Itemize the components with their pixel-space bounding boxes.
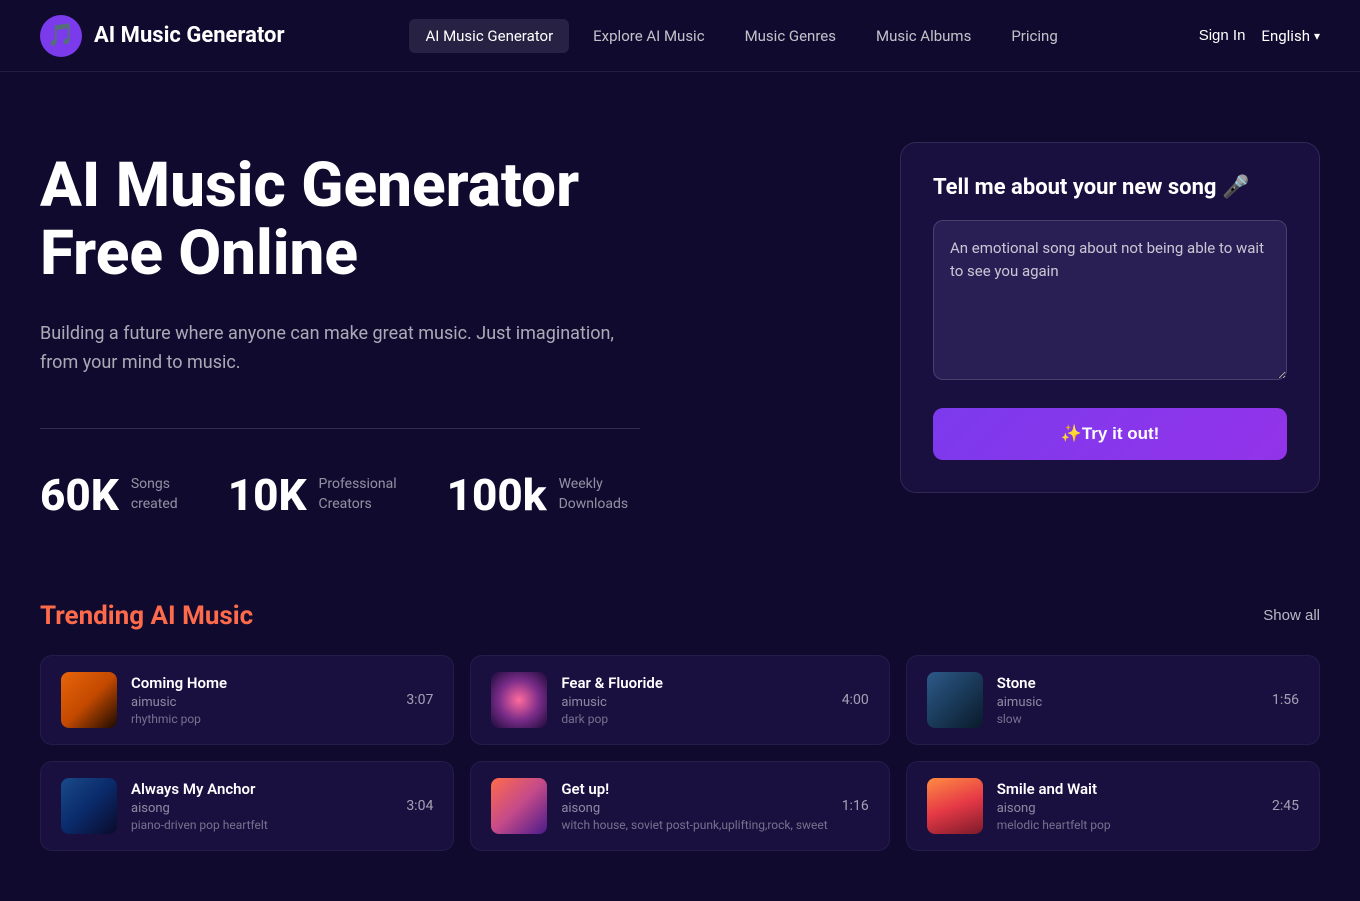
nav-link-music-albums[interactable]: Music Albums	[860, 19, 987, 53]
music-info: Always My Anchor aisong piano-driven pop…	[131, 780, 392, 832]
list-item[interactable]: Fear & Fluoride aimusic dark pop 4:00	[470, 655, 889, 745]
stat-creators: 10K ProfessionalCreators	[228, 469, 397, 521]
chevron-down-icon: ▾	[1314, 29, 1320, 43]
stats-row: 60K Songscreated 10K ProfessionalCreator…	[40, 469, 640, 521]
music-duration: 1:56	[1272, 692, 1299, 708]
music-creator: aimusic	[131, 695, 392, 710]
language-label: English	[1261, 27, 1310, 45]
music-name: Get up!	[561, 780, 827, 798]
music-duration: 1:16	[842, 798, 869, 814]
card-title: Tell me about your new song 🎤	[933, 175, 1287, 200]
stat-songs-created: 60K Songscreated	[40, 469, 178, 521]
music-info: Smile and Wait aisong melodic heartfelt …	[997, 780, 1258, 832]
hero-left: AI Music Generator Free Online Building …	[40, 142, 640, 521]
stat-downloads: 100k WeeklyDownloads	[447, 469, 628, 521]
nav-link-explore-ai-music[interactable]: Explore AI Music	[577, 19, 720, 53]
stat-number-songs: 60K	[40, 469, 119, 521]
nav-links: AI Music Generator Explore AI Music Musi…	[409, 19, 1073, 53]
list-item[interactable]: Coming Home aimusic rhythmic pop 3:07	[40, 655, 454, 745]
trending-title: Trending AI Music	[40, 601, 253, 631]
music-tags: rhythmic pop	[131, 712, 392, 726]
music-tags: witch house, soviet post-punk,uplifting,…	[561, 818, 827, 832]
sign-in-button[interactable]: Sign In	[1199, 27, 1246, 44]
music-duration: 3:04	[406, 798, 433, 814]
music-creator: aisong	[561, 801, 827, 816]
album-thumbnail	[61, 778, 117, 834]
music-duration: 4:00	[842, 692, 869, 708]
music-duration: 3:07	[406, 692, 433, 708]
list-item[interactable]: Smile and Wait aisong melodic heartfelt …	[906, 761, 1320, 851]
music-creator: aimusic	[997, 695, 1258, 710]
music-name: Fear & Fluoride	[561, 674, 827, 692]
album-thumbnail	[927, 672, 983, 728]
music-grid: Coming Home aimusic rhythmic pop 3:07 Fe…	[40, 655, 1320, 851]
trending-section: Trending AI Music Show all Coming Home a…	[0, 581, 1360, 901]
music-name: Stone	[997, 674, 1258, 692]
music-tags: dark pop	[561, 712, 827, 726]
album-thumbnail	[927, 778, 983, 834]
album-thumbnail	[491, 672, 547, 728]
stat-number-creators: 10K	[228, 469, 307, 521]
music-name: Always My Anchor	[131, 780, 392, 798]
stat-label-creators: ProfessionalCreators	[319, 475, 397, 514]
nav-link-pricing[interactable]: Pricing	[995, 19, 1073, 53]
album-thumbnail	[61, 672, 117, 728]
stat-label-songs: Songscreated	[131, 475, 178, 514]
stat-number-downloads: 100k	[447, 469, 547, 521]
nav-right: Sign In English ▾	[1199, 27, 1320, 45]
hero-divider	[40, 428, 640, 429]
music-creator: aimusic	[561, 695, 827, 710]
music-duration: 2:45	[1272, 798, 1299, 814]
logo-icon: 🎵	[40, 15, 82, 57]
site-title: AI Music Generator	[94, 23, 285, 48]
music-tags: melodic heartfelt pop	[997, 818, 1258, 832]
music-info: Coming Home aimusic rhythmic pop	[131, 674, 392, 726]
navbar: 🎵 AI Music Generator AI Music Generator …	[0, 0, 1360, 72]
list-item[interactable]: Stone aimusic slow 1:56	[906, 655, 1320, 745]
music-tags: slow	[997, 712, 1258, 726]
music-tags: piano-driven pop heartfelt	[131, 818, 392, 832]
music-info: Stone aimusic slow	[997, 674, 1258, 726]
trending-header: Trending AI Music Show all	[40, 601, 1320, 631]
album-thumbnail	[491, 778, 547, 834]
language-selector[interactable]: English ▾	[1261, 27, 1320, 45]
music-name: Coming Home	[131, 674, 392, 692]
nav-link-music-genres[interactable]: Music Genres	[729, 19, 852, 53]
hero-subtitle: Building a future where anyone can make …	[40, 320, 640, 378]
nav-brand: 🎵 AI Music Generator	[40, 15, 285, 57]
music-creator: aisong	[131, 801, 392, 816]
song-description-input[interactable]	[933, 220, 1287, 380]
try-it-out-button[interactable]: ✨Try it out!	[933, 408, 1287, 460]
hero-title: AI Music Generator Free Online	[40, 152, 640, 288]
music-name: Smile and Wait	[997, 780, 1258, 798]
music-info: Fear & Fluoride aimusic dark pop	[561, 674, 827, 726]
stat-label-downloads: WeeklyDownloads	[559, 475, 629, 514]
hero-section: AI Music Generator Free Online Building …	[0, 72, 1360, 581]
list-item[interactable]: Get up! aisong witch house, soviet post-…	[470, 761, 889, 851]
music-creator: aisong	[997, 801, 1258, 816]
show-all-button[interactable]: Show all	[1263, 607, 1320, 624]
song-generator-card: Tell me about your new song 🎤 ✨Try it ou…	[900, 142, 1320, 493]
list-item[interactable]: Always My Anchor aisong piano-driven pop…	[40, 761, 454, 851]
nav-link-ai-music-generator[interactable]: AI Music Generator	[409, 19, 569, 53]
music-info: Get up! aisong witch house, soviet post-…	[561, 780, 827, 832]
